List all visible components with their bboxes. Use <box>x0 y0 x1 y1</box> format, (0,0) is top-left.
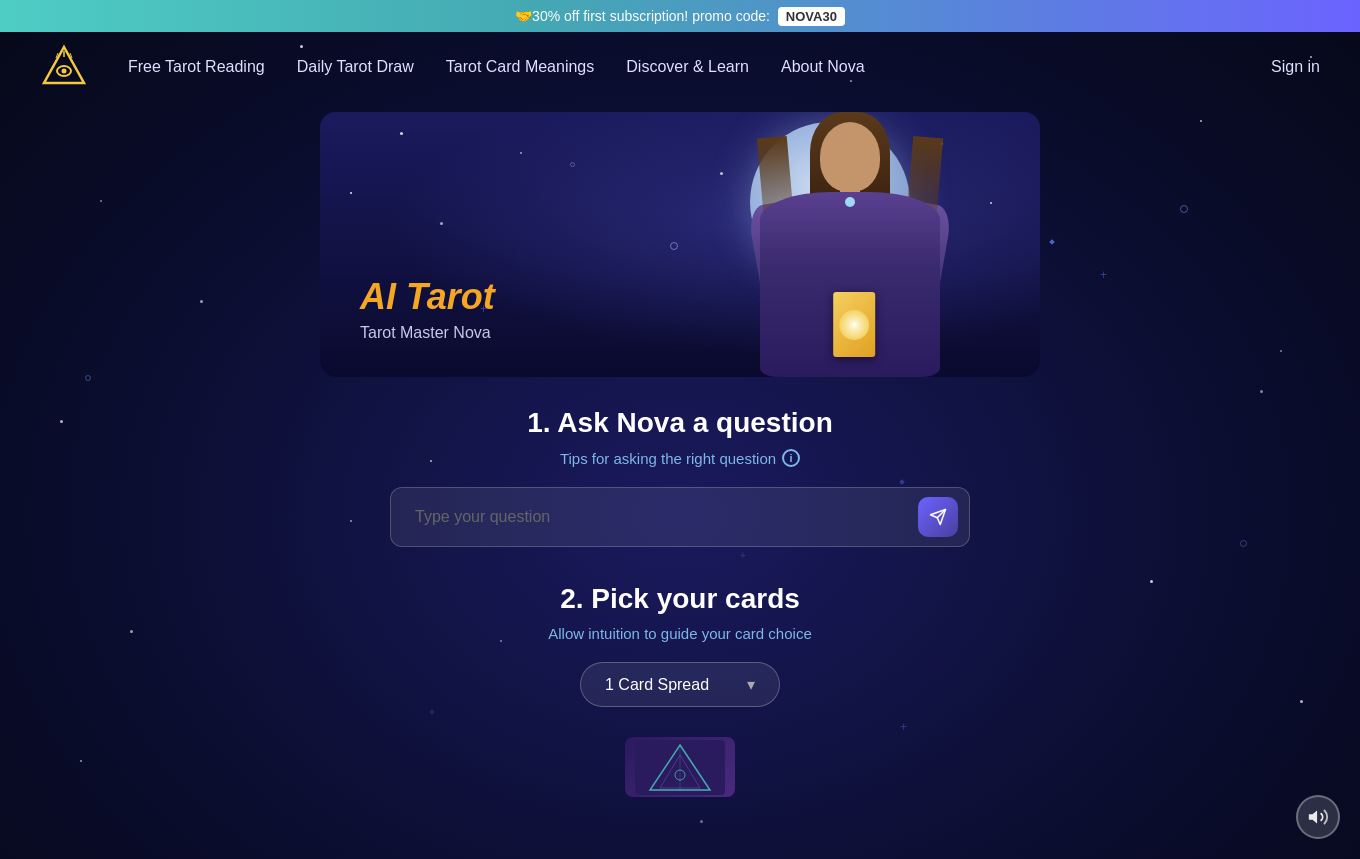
sound-toggle-button[interactable] <box>1296 795 1340 839</box>
step2-title: 2. Pick your cards <box>40 583 1320 615</box>
hero-text-block: AI Tarot Tarot Master Nova <box>360 276 495 342</box>
step2-hint: Allow intuition to guide your card choic… <box>40 625 1320 642</box>
svg-marker-12 <box>1309 811 1317 824</box>
question-input-wrapper <box>390 487 970 547</box>
step1-hint-text: Tips for asking the right question <box>560 450 776 467</box>
tarot-card-preview[interactable] <box>625 737 735 797</box>
step2-section: 2. Pick your cards Allow intuition to gu… <box>40 583 1320 707</box>
logo[interactable] <box>40 43 88 91</box>
step1-title: 1. Ask Nova a question <box>40 407 1320 439</box>
step1-section: 1. Ask Nova a question Tips for asking t… <box>40 407 1320 467</box>
promo-text: 🤝30% off first subscription! promo code: <box>515 8 770 24</box>
nav-daily-tarot-draw[interactable]: Daily Tarot Draw <box>297 58 414 76</box>
svg-point-2 <box>62 69 67 74</box>
hero-subtitle: Tarot Master Nova <box>360 324 495 342</box>
promo-bar: 🤝30% off first subscription! promo code:… <box>0 0 1360 32</box>
sign-in-button[interactable]: Sign in <box>1271 58 1320 76</box>
nav-about-nova[interactable]: About Nova <box>781 58 865 76</box>
card-spread-label: 1 Card Spread <box>605 676 709 694</box>
promo-code: NOVA30 <box>778 7 845 26</box>
navbar: Free Tarot Reading Daily Tarot Draw Taro… <box>0 32 1360 102</box>
info-icon[interactable]: i <box>782 449 800 467</box>
nav-discover-learn[interactable]: Discover & Learn <box>626 58 749 76</box>
chevron-down-icon: ▾ <box>747 675 755 694</box>
hero-title: AI Tarot <box>360 276 495 318</box>
step1-hint: Tips for asking the right question i <box>40 449 1320 467</box>
question-input[interactable] <box>390 487 970 547</box>
tarot-card-inner <box>625 737 735 797</box>
main-content: 1. Ask Nova a question Tips for asking t… <box>0 387 1360 837</box>
hero-container: + + ☀ <box>320 112 1040 377</box>
card-spread-select[interactable]: 1 Card Spread ▾ <box>580 662 780 707</box>
nav-tarot-card-meanings[interactable]: Tarot Card Meanings <box>446 58 595 76</box>
hero-figure: ☀ <box>740 117 960 377</box>
nav-free-tarot-reading[interactable]: Free Tarot Reading <box>128 58 265 76</box>
nav-links: Free Tarot Reading Daily Tarot Draw Taro… <box>128 58 1271 76</box>
send-button[interactable] <box>918 497 958 537</box>
